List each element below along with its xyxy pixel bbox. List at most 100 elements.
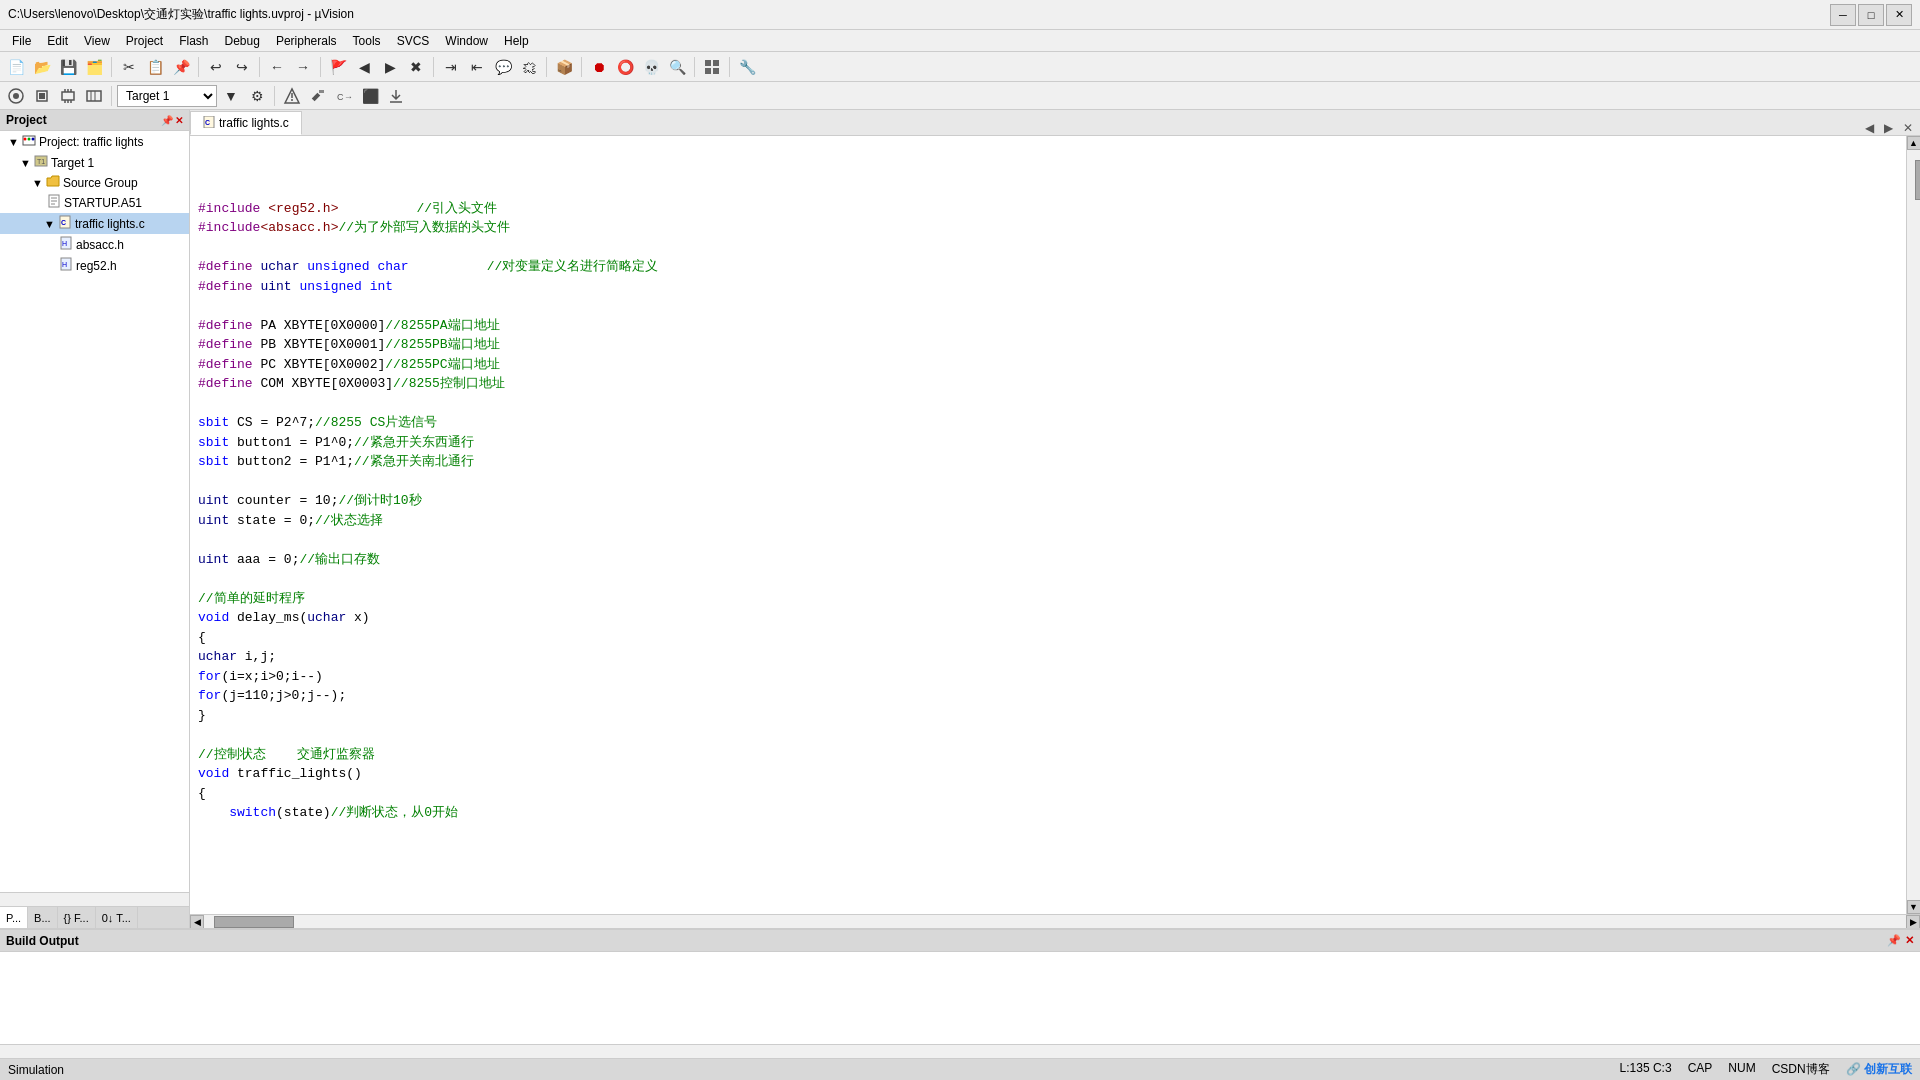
tab-project[interactable]: P...: [0, 907, 28, 928]
copy-button[interactable]: 📋: [143, 55, 167, 79]
project-pin-button[interactable]: 📌: [161, 115, 173, 126]
unindent-button[interactable]: ⇤: [465, 55, 489, 79]
sep5: [433, 57, 434, 77]
editor-nav-left[interactable]: ◀: [1862, 121, 1877, 135]
absacc-label: absacc.h: [76, 238, 124, 252]
nav-fwd-button[interactable]: →: [291, 55, 315, 79]
kill-button[interactable]: 💀: [639, 55, 663, 79]
menu-tools[interactable]: Tools: [345, 32, 389, 50]
bookmark-button[interactable]: 🚩: [326, 55, 350, 79]
project-hscrollbar[interactable]: [0, 892, 189, 906]
vscroll-up-button[interactable]: ▲: [1907, 136, 1921, 150]
editor-close-btn[interactable]: ✕: [1900, 121, 1916, 135]
target-settings[interactable]: ⚙: [245, 84, 269, 108]
maximize-button[interactable]: □: [1858, 4, 1884, 26]
svg-rect-8: [62, 92, 74, 100]
menu-debug[interactable]: Debug: [217, 32, 268, 50]
svg-rect-0: [705, 60, 711, 66]
build-button[interactable]: [306, 84, 330, 108]
build-snap[interactable]: 📦: [552, 55, 576, 79]
tb2-btn2[interactable]: [30, 84, 54, 108]
code-hscrollbar[interactable]: ◀ ▶: [190, 914, 1920, 928]
build-output-close[interactable]: ✕: [1905, 934, 1914, 947]
hscroll-left-button[interactable]: ◀: [190, 915, 204, 929]
tab-functions[interactable]: {} F...: [58, 907, 96, 928]
svg-rect-15: [87, 91, 101, 101]
tree-source-group[interactable]: ▼ Source Group: [0, 173, 189, 192]
build-output-pin[interactable]: 📌: [1887, 934, 1901, 947]
tree-h1-icon: H: [59, 236, 73, 253]
tb2-btn1[interactable]: [4, 84, 28, 108]
tree-main-c-file[interactable]: ▼ C traffic lights.c: [0, 213, 189, 234]
debug-button[interactable]: 🔍: [665, 55, 689, 79]
translate-button[interactable]: C →: [332, 84, 356, 108]
menu-svcs[interactable]: SVCS: [389, 32, 438, 50]
target-selector[interactable]: Target 1: [117, 85, 217, 107]
close-button[interactable]: ✕: [1886, 4, 1912, 26]
menu-project[interactable]: Project: [118, 32, 171, 50]
bookmark-clear[interactable]: ✖: [404, 55, 428, 79]
config-button[interactable]: [700, 55, 724, 79]
cut-button[interactable]: ✂: [117, 55, 141, 79]
menu-flash[interactable]: Flash: [171, 32, 216, 50]
sep3: [259, 57, 260, 77]
code-editor[interactable]: #include <reg52.h> //引入头文件 #include<absa…: [190, 136, 1906, 914]
save-all-button[interactable]: 🗂️: [82, 55, 106, 79]
editor-nav-right[interactable]: ▶: [1881, 121, 1896, 135]
run-to-cursor[interactable]: ⏺: [587, 55, 611, 79]
step-over[interactable]: ⭕: [613, 55, 637, 79]
stop-build-button[interactable]: ⬛: [358, 84, 382, 108]
menu-edit[interactable]: Edit: [39, 32, 76, 50]
hscroll-right-button[interactable]: ▶: [1906, 915, 1920, 929]
vscroll-thumb[interactable]: [1915, 160, 1921, 200]
target-dropdown[interactable]: ▼: [219, 84, 243, 108]
tab-templates[interactable]: 0↓ T...: [96, 907, 138, 928]
save-button[interactable]: 💾: [56, 55, 80, 79]
statusbar-right: L:135 C:3 CAP NUM CSDN博客 🔗 创新互联: [1620, 1061, 1912, 1078]
tree-target1[interactable]: ▼ T1 Target 1: [0, 152, 189, 173]
tree-startup-file[interactable]: STARTUP.A51: [0, 192, 189, 213]
menu-file[interactable]: File: [4, 32, 39, 50]
hscroll-thumb[interactable]: [214, 916, 294, 928]
download-button[interactable]: [384, 84, 408, 108]
editor-vscrollbar[interactable]: ▲ ▼: [1906, 136, 1920, 914]
redo-button[interactable]: ↪: [230, 55, 254, 79]
nav-back-button[interactable]: ←: [265, 55, 289, 79]
bookmark-prev[interactable]: ◀: [352, 55, 376, 79]
tb2-btn4[interactable]: [82, 84, 106, 108]
tree-absacc-file[interactable]: H absacc.h: [0, 234, 189, 255]
menu-peripherals[interactable]: Peripherals: [268, 32, 345, 50]
tree-reg52-file[interactable]: H reg52.h: [0, 255, 189, 276]
menu-window[interactable]: Window: [437, 32, 496, 50]
tree-project-root[interactable]: ▼ Project: traffic lights: [0, 131, 189, 152]
paste-button[interactable]: 📌: [169, 55, 193, 79]
new-file-button[interactable]: 📄: [4, 55, 28, 79]
minimize-button[interactable]: ─: [1830, 4, 1856, 26]
startup-label: STARTUP.A51: [64, 196, 142, 210]
menu-help[interactable]: Help: [496, 32, 537, 50]
code-with-scrollbar: #include <reg52.h> //引入头文件 #include<absa…: [190, 136, 1920, 914]
tools-button[interactable]: 🔧: [735, 55, 759, 79]
menu-view[interactable]: View: [76, 32, 118, 50]
sep-t2-1: [111, 86, 112, 106]
open-button[interactable]: 📂: [30, 55, 54, 79]
editor-tab-traffic-lights[interactable]: C traffic lights.c: [190, 111, 302, 135]
sep6: [546, 57, 547, 77]
hscroll-track[interactable]: [204, 915, 1906, 929]
tb2-btn3[interactable]: [56, 84, 80, 108]
build-all-button[interactable]: [280, 84, 304, 108]
tab-books[interactable]: B...: [28, 907, 58, 928]
comment-button[interactable]: 💬: [491, 55, 515, 79]
indent-button[interactable]: ⇥: [439, 55, 463, 79]
project-close-button[interactable]: ✕: [175, 115, 183, 126]
uncomment-button[interactable]: 🗯: [517, 55, 541, 79]
memory-icon: [85, 87, 103, 105]
sep-t2-2: [274, 86, 275, 106]
build-output-hscrollbar[interactable]: [0, 1044, 1920, 1058]
bookmark-next[interactable]: ▶: [378, 55, 402, 79]
undo-button[interactable]: ↩: [204, 55, 228, 79]
branding-logo: 🔗 创新互联: [1846, 1061, 1912, 1078]
translate-icon: C →: [335, 87, 353, 105]
svg-rect-3: [713, 68, 719, 74]
vscroll-down-button[interactable]: ▼: [1907, 900, 1921, 914]
